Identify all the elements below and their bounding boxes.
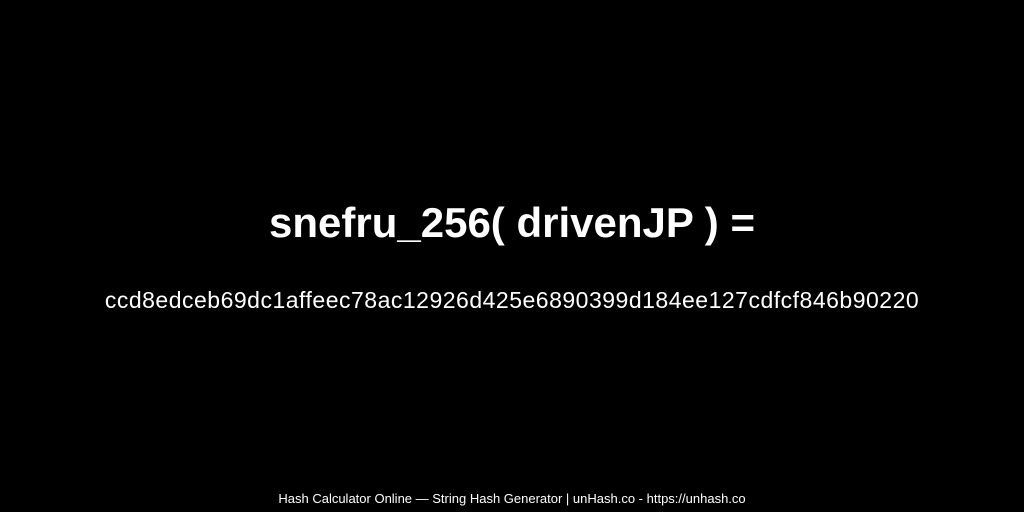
footer-text: Hash Calculator Online — String Hash Gen…: [0, 491, 1024, 506]
hash-result: ccd8edceb69dc1affeec78ac12926d425e689039…: [105, 287, 919, 314]
main-content: snefru_256( drivenJP ) = ccd8edceb69dc1a…: [105, 199, 919, 314]
hash-expression: snefru_256( drivenJP ) =: [269, 199, 755, 247]
